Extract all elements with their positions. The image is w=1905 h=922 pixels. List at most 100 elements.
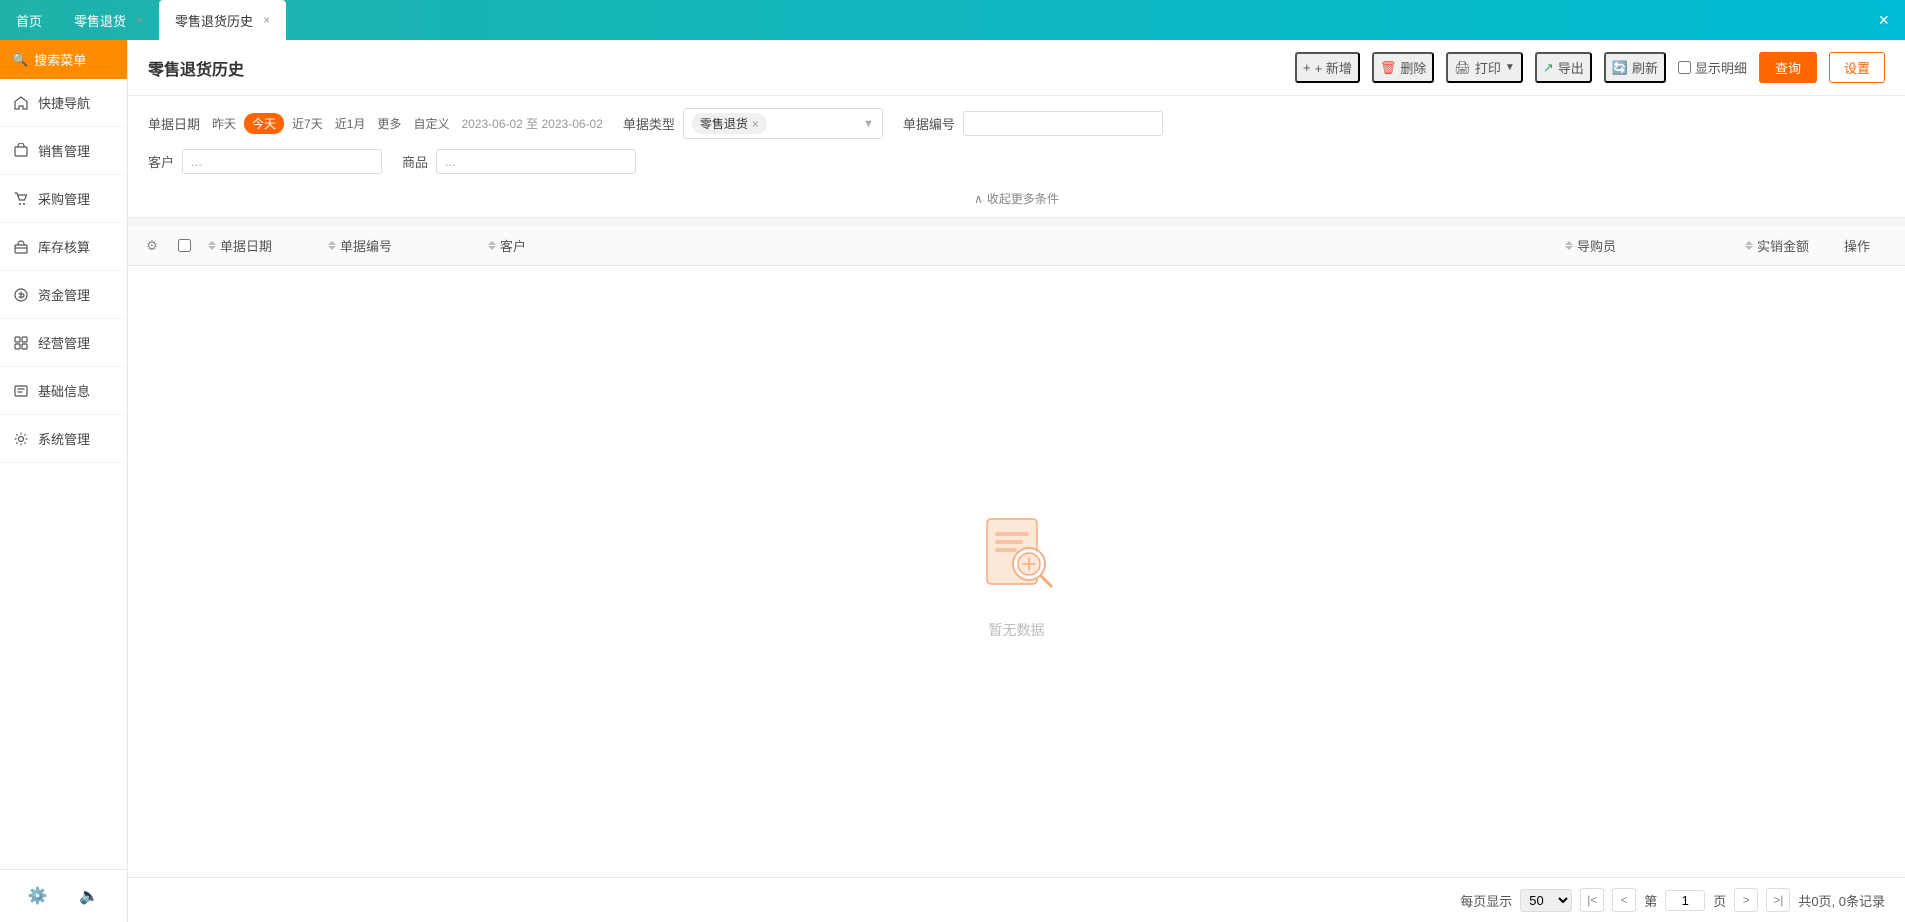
th-ops: 操作 — [1817, 236, 1897, 255]
th-customer-label: 客户 — [500, 236, 526, 255]
amount-sort-icon — [1745, 241, 1753, 250]
home-icon — [12, 94, 30, 112]
table-header: ⚙ 单据日期 单据编号 — [128, 226, 1905, 266]
sidebar: 🔍 搜索菜单 快捷导航 销售管理 采购管理 库存核算 — [0, 40, 128, 922]
add-label: + 新增 — [1315, 58, 1352, 77]
print-dropdown-icon: ▼ — [1505, 62, 1515, 73]
refresh-button[interactable]: 🔄 刷新 — [1604, 52, 1666, 83]
sidebar-item-inventory[interactable]: 库存核算 — [0, 223, 127, 271]
finance-icon — [12, 286, 30, 304]
goods-filter-select[interactable]: ... — [436, 149, 636, 174]
select-all-checkbox[interactable] — [178, 239, 191, 252]
add-icon: + — [1303, 60, 1311, 75]
date-btn-more[interactable]: 更多 — [373, 113, 405, 134]
date-filter: 单据日期 昨天 今天 近7天 近1月 更多 自定义 2023-06-02 至 2… — [148, 113, 603, 134]
sidebar-item-sales[interactable]: 销售管理 — [0, 127, 127, 175]
delete-icon: 🗑 — [1380, 60, 1397, 76]
type-filter-tag: 零售退货 × — [692, 113, 767, 134]
sidebar-item-quick-nav[interactable]: 快捷导航 — [0, 79, 127, 127]
sidebar-item-basic-info[interactable]: 基础信息 — [0, 367, 127, 415]
tab-home-label: 首页 — [16, 11, 42, 30]
sidebar-item-finance-label: 资金管理 — [38, 285, 90, 304]
type-filter: 单据类型 零售退货 × ▼ — [623, 108, 883, 139]
search-icon: 🔍 — [12, 52, 28, 68]
window-close-button[interactable]: × — [1878, 10, 1905, 31]
display-detail-label: 显示明细 — [1695, 58, 1747, 77]
type-tag-text: 零售退货 — [700, 115, 748, 132]
number-filter: 单据编号 — [903, 111, 1163, 136]
print-button[interactable]: 🖨 打印 ▼ — [1446, 52, 1522, 83]
page-title: 零售退货历史 — [148, 56, 244, 80]
page-header: 零售退货历史 + + 新增 🗑 删除 🖨 打印 ▼ ↗ 导出 — [128, 40, 1905, 96]
sidebar-item-quick-nav-label: 快捷导航 — [38, 93, 90, 112]
add-button[interactable]: + + 新增 — [1295, 52, 1360, 83]
date-range-text: 2023-06-02 至 2023-06-02 — [461, 115, 602, 132]
date-btn-custom[interactable]: 自定义 — [409, 113, 453, 134]
sidebar-item-purchase-label: 采购管理 — [38, 189, 90, 208]
setting-button[interactable]: 设置 — [1829, 52, 1885, 83]
goods-dots: ... — [445, 154, 456, 169]
display-detail-toggle[interactable]: 显示明细 — [1678, 58, 1747, 77]
type-filter-select[interactable]: 零售退货 × ▼ — [683, 108, 883, 139]
tab-retail-return[interactable]: 零售退货 × — [58, 0, 159, 40]
th-customer[interactable]: 客户 — [480, 236, 1557, 255]
goods-filter: 商品 ... — [402, 149, 636, 174]
tab-list: 首页 零售退货 × 零售退货历史 × — [0, 0, 1878, 40]
table-select-all[interactable] — [168, 239, 200, 252]
filter-area: 单据日期 昨天 今天 近7天 近1月 更多 自定义 2023-06-02 至 2… — [128, 96, 1905, 218]
th-guide[interactable]: 导购员 — [1557, 236, 1717, 255]
settings-bottom-icon[interactable]: ⚙️ — [24, 882, 52, 910]
date-filter-label: 单据日期 — [148, 114, 200, 133]
type-tag-remove[interactable]: × — [752, 117, 759, 131]
page-label: 第 — [1644, 891, 1657, 910]
inventory-icon — [12, 238, 30, 256]
table-settings-icon[interactable]: ⚙ — [136, 238, 168, 254]
tab-retail-return-label: 零售退货 — [74, 11, 126, 30]
date-btn-today[interactable]: 今天 — [244, 113, 284, 134]
sidebar-item-system[interactable]: 系统管理 — [0, 415, 127, 463]
date-btn-7days[interactable]: 近7天 — [288, 113, 327, 134]
th-amount-label: 实销金额 — [1757, 236, 1809, 255]
next-page-button[interactable]: > — [1734, 888, 1758, 912]
last-page-button[interactable]: >| — [1766, 888, 1790, 912]
audio-bottom-icon[interactable]: 🔈 — [75, 882, 103, 910]
tab-retail-return-history-close[interactable]: × — [263, 13, 270, 27]
th-amount[interactable]: 实销金额 — [1717, 236, 1817, 255]
refresh-icon: 🔄 — [1612, 60, 1628, 76]
system-icon — [12, 430, 30, 448]
query-button[interactable]: 查询 — [1759, 52, 1817, 83]
delete-button[interactable]: 🗑 删除 — [1372, 52, 1435, 83]
tab-retail-return-close[interactable]: × — [136, 13, 143, 27]
collapse-bar[interactable]: ∧ 收起更多条件 — [148, 184, 1885, 209]
per-page-select[interactable]: 10 20 50 100 — [1520, 889, 1572, 912]
th-date[interactable]: 单据日期 — [200, 236, 320, 255]
first-page-button[interactable]: |< — [1580, 888, 1604, 912]
type-dropdown-icon: ▼ — [863, 118, 874, 130]
prev-page-button[interactable]: < — [1612, 888, 1636, 912]
date-btn-yesterday[interactable]: 昨天 — [208, 113, 240, 134]
number-filter-input[interactable] — [963, 111, 1163, 136]
th-number[interactable]: 单据编号 — [320, 236, 480, 255]
empty-state: 暂无数据 — [128, 266, 1905, 877]
th-ops-label: 操作 — [1844, 236, 1870, 255]
info-icon — [12, 382, 30, 400]
empty-illustration — [967, 504, 1067, 604]
sidebar-item-operations[interactable]: 经营管理 — [0, 319, 127, 367]
guide-sort-icon — [1565, 241, 1573, 250]
customer-filter-select[interactable]: ... — [182, 149, 382, 174]
sidebar-search[interactable]: 🔍 搜索菜单 — [0, 40, 127, 79]
sidebar-item-system-label: 系统管理 — [38, 429, 90, 448]
sidebar-search-label: 搜索菜单 — [34, 50, 86, 69]
export-button[interactable]: ↗ 导出 — [1535, 52, 1592, 83]
date-btn-1month[interactable]: 近1月 — [331, 113, 370, 134]
pagination: 每页显示 10 20 50 100 |< < 第 页 > >| 共0页, 0条记… — [128, 877, 1905, 922]
purchase-icon — [12, 190, 30, 208]
display-detail-checkbox[interactable] — [1678, 61, 1691, 74]
sidebar-item-purchase[interactable]: 采购管理 — [0, 175, 127, 223]
tab-home[interactable]: 首页 — [0, 0, 58, 40]
export-label: 导出 — [1558, 58, 1584, 77]
sidebar-item-finance[interactable]: 资金管理 — [0, 271, 127, 319]
tab-retail-return-history[interactable]: 零售退货历史 × — [159, 0, 286, 40]
number-sort-icon — [328, 241, 336, 250]
page-input[interactable] — [1665, 890, 1705, 911]
